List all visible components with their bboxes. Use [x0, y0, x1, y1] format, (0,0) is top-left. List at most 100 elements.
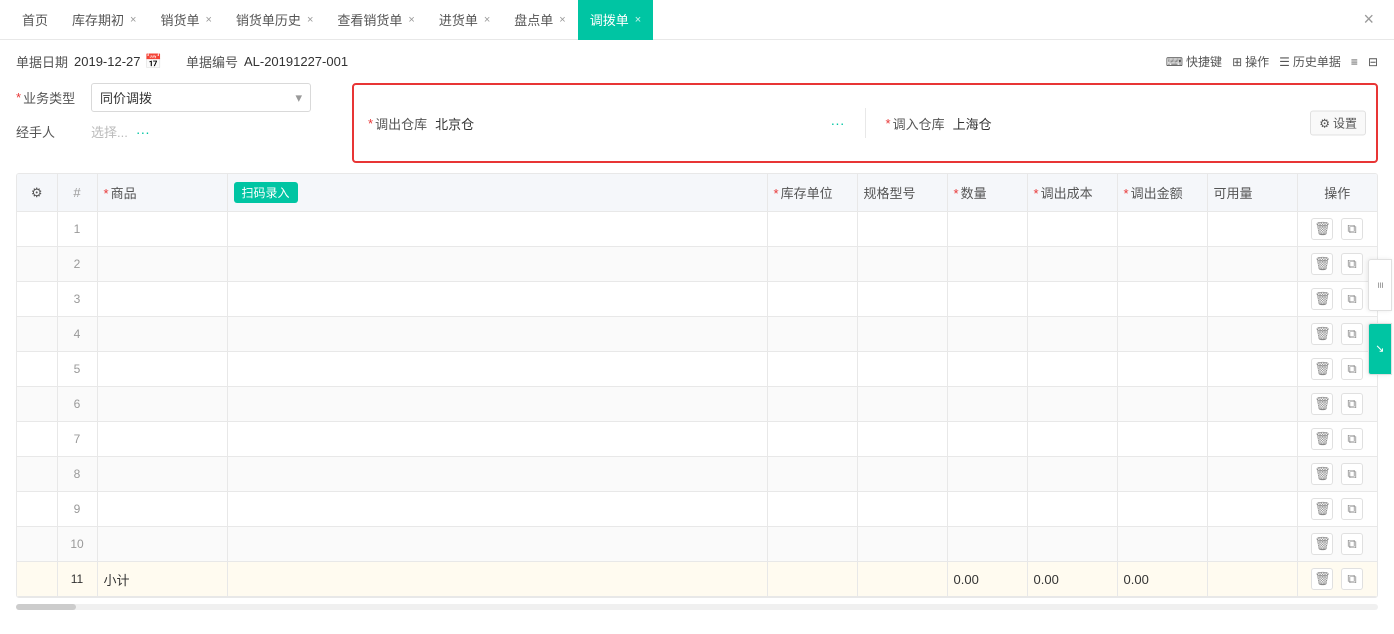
- out-warehouse-more-btn[interactable]: ···: [831, 115, 845, 131]
- cell-product-6[interactable]: [97, 387, 227, 422]
- tab-sales-order[interactable]: 销货单 ×: [148, 0, 223, 40]
- operations-btn[interactable]: ⊞ 操作: [1232, 53, 1269, 70]
- cell-cost-4[interactable]: [1027, 317, 1117, 352]
- cell-qty-7[interactable]: [947, 422, 1027, 457]
- cell-qty-2[interactable]: [947, 247, 1027, 282]
- operations-label: 操作: [1245, 53, 1269, 70]
- cell-qty-9[interactable]: [947, 492, 1027, 527]
- th-settings[interactable]: ⚙: [17, 174, 57, 212]
- table-row: 10 🗑 ⧉: [17, 527, 1377, 562]
- cell-amount-10[interactable]: [1117, 527, 1207, 562]
- warehouse-settings-btn[interactable]: ⚙ 设置: [1310, 111, 1366, 136]
- scrollbar[interactable]: [16, 598, 1378, 616]
- cell-cost-9[interactable]: [1027, 492, 1117, 527]
- delete-icon[interactable]: 🗑: [1311, 393, 1333, 415]
- cell-cost-5[interactable]: [1027, 352, 1117, 387]
- tab-inventory-init[interactable]: 库存期初 ×: [60, 0, 148, 40]
- delete-icon[interactable]: 🗑: [1311, 498, 1333, 520]
- calendar-icon[interactable]: 📅: [145, 53, 162, 70]
- copy-icon[interactable]: ⧉: [1341, 568, 1363, 590]
- cell-product-2[interactable]: [97, 247, 227, 282]
- cell-product-5[interactable]: [97, 352, 227, 387]
- cell-amount-5[interactable]: [1117, 352, 1207, 387]
- delete-icon[interactable]: 🗑: [1311, 253, 1333, 275]
- tab-close-sales-order[interactable]: ×: [205, 14, 211, 26]
- delete-icon[interactable]: 🗑: [1311, 533, 1333, 555]
- scroll-track[interactable]: [16, 604, 1378, 610]
- cell-product-10[interactable]: [97, 527, 227, 562]
- sidebar-expand-btn[interactable]: ↗: [1368, 323, 1392, 375]
- person-select[interactable]: 选择...: [91, 122, 128, 141]
- business-type-select[interactable]: 同价调拨 ▾: [91, 83, 311, 112]
- history-btn[interactable]: ☰ 历史单据: [1279, 53, 1341, 70]
- copy-icon[interactable]: ⧉: [1341, 218, 1363, 240]
- copy-icon[interactable]: ⧉: [1341, 358, 1363, 380]
- cell-amount-3[interactable]: [1117, 282, 1207, 317]
- th-cost: *调出成本: [1027, 174, 1117, 212]
- tab-inventory-check[interactable]: 盘点单 ×: [502, 0, 577, 40]
- layout-list-btn[interactable]: ≡: [1351, 55, 1358, 69]
- cell-qty-6[interactable]: [947, 387, 1027, 422]
- cell-settings-1: [17, 212, 57, 247]
- cell-cost-3[interactable]: [1027, 282, 1117, 317]
- cell-product-1[interactable]: [97, 212, 227, 247]
- delete-icon[interactable]: 🗑: [1311, 463, 1333, 485]
- cell-product-4[interactable]: [97, 317, 227, 352]
- cell-cost-6[interactable]: [1027, 387, 1117, 422]
- cell-qty-1[interactable]: [947, 212, 1027, 247]
- cell-cost-2[interactable]: [1027, 247, 1117, 282]
- scroll-thumb[interactable]: [16, 604, 76, 610]
- tab-close-view-sales[interactable]: ×: [408, 14, 414, 26]
- cell-cost-7[interactable]: [1027, 422, 1117, 457]
- cell-amount-7[interactable]: [1117, 422, 1207, 457]
- cell-amount-6[interactable]: [1117, 387, 1207, 422]
- tab-close-purchase-order[interactable]: ×: [484, 14, 490, 26]
- cell-product-8[interactable]: [97, 457, 227, 492]
- cell-cost-10[interactable]: [1027, 527, 1117, 562]
- copy-icon[interactable]: ⧉: [1341, 463, 1363, 485]
- cell-amount-1[interactable]: [1117, 212, 1207, 247]
- tab-close-transfer-order[interactable]: ×: [635, 14, 641, 26]
- copy-icon[interactable]: ⧉: [1341, 288, 1363, 310]
- delete-icon[interactable]: 🗑: [1311, 218, 1333, 240]
- cell-num-8: 8: [57, 457, 97, 492]
- cell-product-7[interactable]: [97, 422, 227, 457]
- cell-product-3[interactable]: [97, 282, 227, 317]
- tab-home[interactable]: 首页: [10, 0, 60, 40]
- tab-transfer-order[interactable]: 调拨单 ×: [578, 0, 653, 40]
- copy-icon[interactable]: ⧉: [1341, 323, 1363, 345]
- cell-qty-10[interactable]: [947, 527, 1027, 562]
- cell-cost-1[interactable]: [1027, 212, 1117, 247]
- delete-icon[interactable]: 🗑: [1311, 323, 1333, 345]
- cell-qty-4[interactable]: [947, 317, 1027, 352]
- tab-sales-history[interactable]: 销货单历史 ×: [224, 0, 325, 40]
- delete-icon[interactable]: 🗑: [1311, 428, 1333, 450]
- cell-qty-5[interactable]: [947, 352, 1027, 387]
- cell-amount-8[interactable]: [1117, 457, 1207, 492]
- copy-icon[interactable]: ⧉: [1341, 393, 1363, 415]
- tab-close-inventory-init[interactable]: ×: [130, 14, 136, 26]
- cell-cost-8[interactable]: [1027, 457, 1117, 492]
- tab-purchase-order[interactable]: 进货单 ×: [427, 0, 502, 40]
- th-scan[interactable]: 扫码录入: [227, 174, 767, 212]
- cell-amount-9[interactable]: [1117, 492, 1207, 527]
- sidebar-doc-btn[interactable]: ≡: [1368, 259, 1392, 311]
- cell-qty-8[interactable]: [947, 457, 1027, 492]
- copy-icon[interactable]: ⧉: [1341, 428, 1363, 450]
- cell-amount-2[interactable]: [1117, 247, 1207, 282]
- person-more-btn[interactable]: ···: [136, 124, 150, 140]
- tab-close-sales-history[interactable]: ×: [307, 14, 313, 26]
- cell-amount-4[interactable]: [1117, 317, 1207, 352]
- shortcuts-btn[interactable]: ⌨ 快捷键: [1166, 53, 1222, 70]
- tab-view-sales[interactable]: 查看销货单 ×: [325, 0, 426, 40]
- delete-icon[interactable]: 🗑: [1311, 358, 1333, 380]
- cell-qty-3[interactable]: [947, 282, 1027, 317]
- copy-icon[interactable]: ⧉: [1341, 498, 1363, 520]
- copy-icon[interactable]: ⧉: [1341, 533, 1363, 555]
- cell-product-9[interactable]: [97, 492, 227, 527]
- tab-close-inventory-check[interactable]: ×: [559, 14, 565, 26]
- scan-btn[interactable]: 扫码录入: [234, 182, 298, 203]
- copy-icon[interactable]: ⧉: [1341, 253, 1363, 275]
- delete-icon[interactable]: 🗑: [1311, 288, 1333, 310]
- delete-icon[interactable]: 🗑: [1311, 568, 1333, 590]
